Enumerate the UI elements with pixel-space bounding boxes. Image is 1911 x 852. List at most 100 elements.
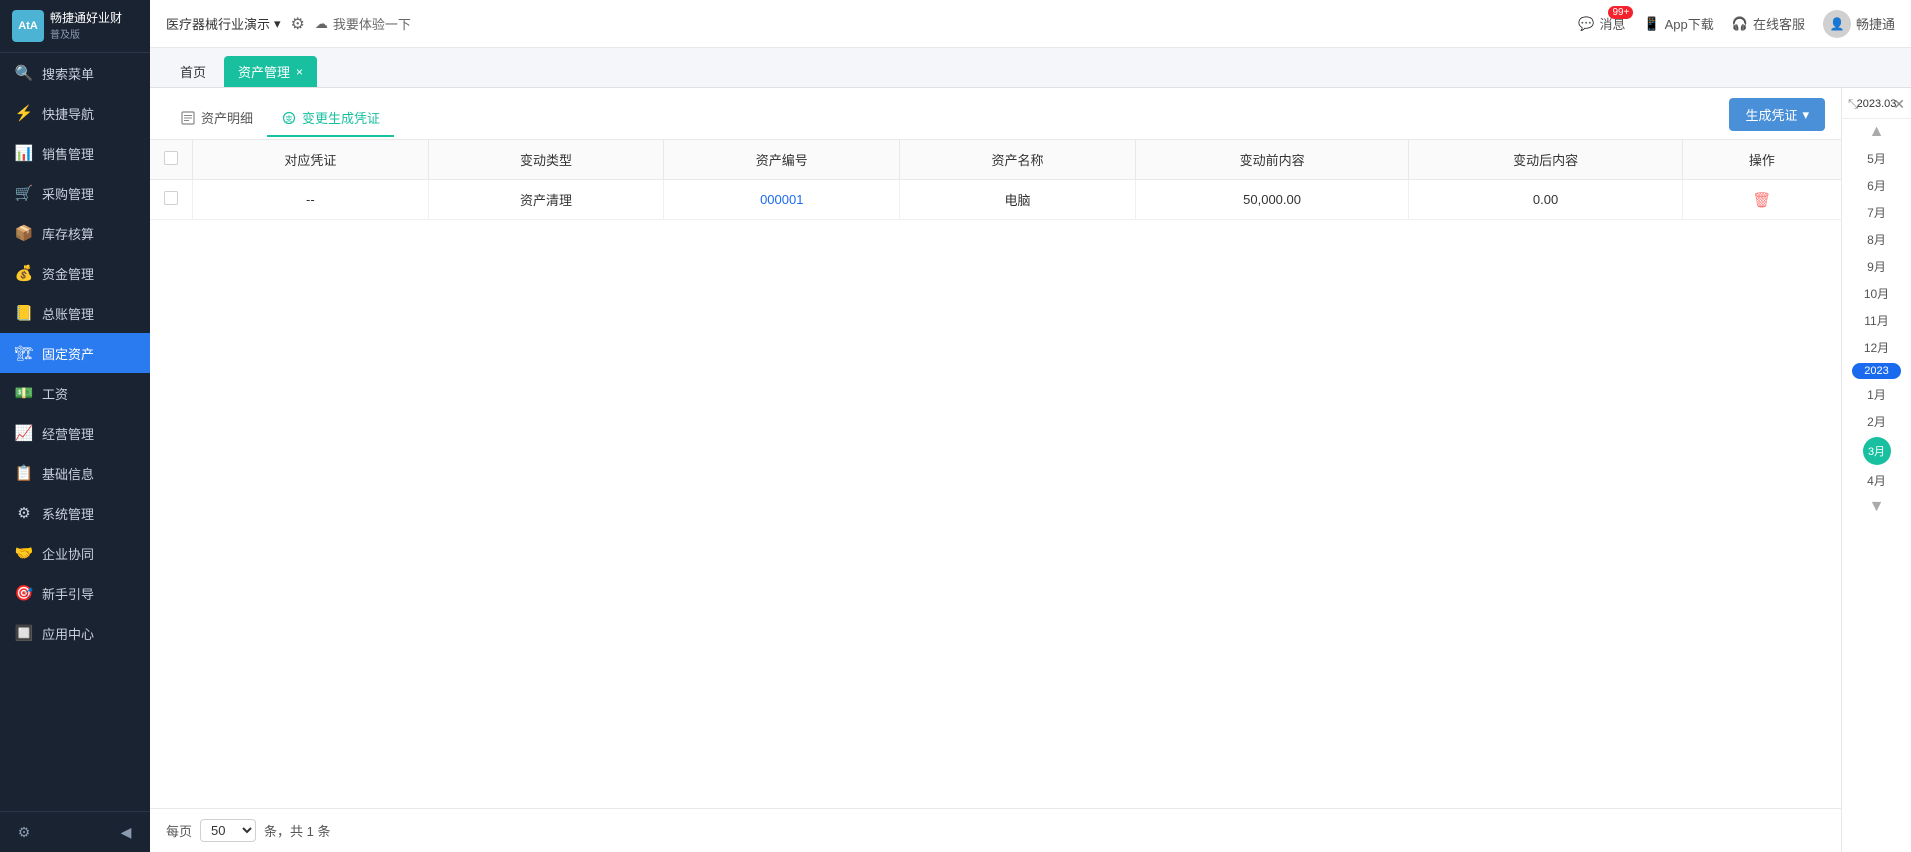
collab-icon: 🤝 — [14, 543, 34, 563]
customer-service-icon: 🎧 — [1732, 16, 1748, 32]
timeline-month-item[interactable]: 7月 — [1842, 199, 1911, 226]
sidebar-item-payroll[interactable]: 💵 工资 — [0, 373, 150, 413]
settings-bottom-icon[interactable]: ⚙ — [14, 822, 34, 842]
sidebar-item-purchase[interactable]: 🛒 采购管理 — [0, 173, 150, 213]
sidebar-item-appcenter[interactable]: 🔲 应用中心 — [0, 613, 150, 653]
timeline-month-item[interactable]: 6月 — [1842, 172, 1911, 199]
cloud-icon: ☁ — [315, 16, 328, 32]
sales-icon: 📊 — [14, 143, 34, 163]
row-checkbox[interactable] — [164, 191, 178, 205]
sidebar-item-search[interactable]: 🔍 搜索菜单 — [0, 53, 150, 93]
sub-tabs-bar: 资产明细 变 变更生成凭证 生成凭证 ▾ — [150, 88, 1841, 140]
sidebar-nav: 🔍 搜索菜单 ⚡ 快捷导航 📊 销售管理 🛒 采购管理 📦 库存核算 💰 资金管… — [0, 53, 150, 811]
topbar: 医疗器械行业演示 ▾ ⚙ ☁ 我要体验一下 💬 消息 99+ 📱 App下载 🎧… — [150, 0, 1911, 48]
row-action[interactable]: 🗑 — [1682, 180, 1841, 220]
appcenter-icon: 🔲 — [14, 623, 34, 643]
timeline-month-item[interactable]: 2月 — [1842, 408, 1911, 435]
message-icon: 💬 — [1578, 16, 1594, 32]
ledger-icon: 📒 — [14, 303, 34, 323]
expand-timeline-icon[interactable]: ⤡ — [1848, 96, 1858, 112]
row-asset-name: 电脑 — [900, 180, 1136, 220]
timeline-month-item[interactable]: 1月 — [1842, 381, 1911, 408]
pagination-separator: 条，共 1 条 — [264, 821, 331, 840]
sidebar-item-bizmanage[interactable]: 📈 经营管理 — [0, 413, 150, 453]
table-row: -- 资产清理 000001 电脑 50,000.00 0.00 🗑 — [150, 180, 1841, 220]
generate-dropdown-icon: ▾ — [1802, 107, 1809, 123]
delete-row-icon[interactable]: 🗑 — [1752, 192, 1771, 209]
timeline-month-item[interactable]: 3月 — [1863, 437, 1891, 465]
timeline-section: 5月6月7月8月9月10月11月12月 — [1842, 145, 1911, 361]
timeline-month-item[interactable]: 12月 — [1842, 334, 1911, 361]
timeline-month-item[interactable]: 11月 — [1842, 307, 1911, 334]
sub-tab-asset-detail[interactable]: 资产明细 — [166, 100, 267, 137]
sidebar-item-ledger[interactable]: 📒 总账管理 — [0, 293, 150, 333]
timeline-month-item[interactable]: 4月 — [1842, 467, 1911, 494]
col-change-type: 变动类型 — [428, 140, 664, 180]
timeline-scroll-down[interactable]: ▼ — [1842, 494, 1911, 520]
content-main: 资产明细 变 变更生成凭证 生成凭证 ▾ — [150, 88, 1841, 852]
sysmanage-icon: ⚙ — [14, 503, 34, 523]
content-area: 资产明细 变 变更生成凭证 生成凭证 ▾ — [150, 88, 1911, 852]
payroll-icon: 💵 — [14, 383, 34, 403]
timeline-content: 5月6月7月8月9月10月11月12月20231月2月3月4月 — [1842, 145, 1911, 494]
sidebar-item-inventory[interactable]: 📦 库存核算 — [0, 213, 150, 253]
logo-subtitle: 普及版 — [50, 26, 122, 41]
generate-voucher-button[interactable]: 生成凭证 ▾ — [1729, 98, 1825, 131]
experience-button[interactable]: ☁ 我要体验一下 — [315, 14, 411, 33]
inventory-icon: 📦 — [14, 223, 34, 243]
sidebar-item-fixedasset[interactable]: 🏗 固定资产 — [0, 333, 150, 373]
message-badge: 99+ — [1608, 6, 1633, 19]
app-download-icon: 📱 — [1643, 16, 1659, 32]
newguide-icon: 🎯 — [14, 583, 34, 603]
svg-text:变: 变 — [286, 114, 293, 123]
row-after: 0.00 — [1409, 180, 1683, 220]
logo-title: 畅捷通好业财 — [50, 11, 122, 27]
company-name: 医疗器械行业演示 — [166, 14, 270, 33]
sub-tabs-left: 资产明细 变 变更生成凭证 — [166, 100, 394, 137]
per-page-text: 每页 — [166, 821, 192, 840]
tab-asset-label: 资产管理 — [238, 62, 290, 81]
timeline-month-item[interactable]: 5月 — [1842, 145, 1911, 172]
timeline-month-item[interactable]: 8月 — [1842, 226, 1911, 253]
close-timeline-icon[interactable]: ✕ — [1893, 96, 1905, 113]
timeline-section: 20231月2月3月4月 — [1842, 361, 1911, 494]
sidebar-item-collab[interactable]: 🤝 企业协同 — [0, 533, 150, 573]
sidebar-item-newguide[interactable]: 🎯 新手引导 — [0, 573, 150, 613]
asset-detail-icon — [180, 110, 196, 126]
row-checkbox-cell[interactable] — [150, 180, 193, 220]
row-asset-no: 000001 — [664, 180, 900, 220]
timeline-month-item[interactable]: 9月 — [1842, 253, 1911, 280]
tab-asset-management[interactable]: 资产管理 × — [224, 56, 317, 87]
tab-close-icon[interactable]: × — [296, 65, 303, 79]
col-voucher: 对应凭证 — [193, 140, 429, 180]
sidebar-item-sales[interactable]: 📊 销售管理 — [0, 133, 150, 173]
settings-icon[interactable]: ⚙ — [291, 14, 305, 34]
row-change-type: 资产清理 — [428, 180, 664, 220]
per-page-select[interactable]: 50 100 — [200, 819, 256, 842]
message-button[interactable]: 💬 消息 99+ — [1578, 14, 1625, 33]
tab-home[interactable]: 首页 — [166, 56, 220, 87]
row-before: 50,000.00 — [1135, 180, 1409, 220]
row-voucher: -- — [193, 180, 429, 220]
sidebar-item-sysmanage[interactable]: ⚙ 系统管理 — [0, 493, 150, 533]
sub-tab-change-voucher-label: 变更生成凭证 — [302, 108, 380, 127]
generate-voucher-label: 生成凭证 — [1745, 105, 1797, 124]
app-download-button[interactable]: 📱 App下载 — [1643, 14, 1713, 33]
user-profile-button[interactable]: 👤 畅捷通 — [1823, 10, 1895, 38]
funds-icon: 💰 — [14, 263, 34, 283]
bizmanage-icon: 📈 — [14, 423, 34, 443]
timeline-month-item[interactable]: 10月 — [1842, 280, 1911, 307]
collapse-sidebar-button[interactable]: ◀ — [116, 822, 136, 842]
sidebar-item-basicinfo[interactable]: 📋 基础信息 — [0, 453, 150, 493]
sub-tab-change-voucher[interactable]: 变 变更生成凭证 — [267, 100, 394, 137]
customer-service-button[interactable]: 🎧 在线客服 — [1732, 14, 1805, 33]
table-header-checkbox[interactable] — [150, 140, 193, 180]
avatar: 👤 — [1823, 10, 1851, 38]
tabbar: 首页 资产管理 × — [150, 48, 1911, 88]
header-checkbox[interactable] — [164, 151, 178, 165]
company-selector[interactable]: 医疗器械行业演示 ▾ — [166, 14, 281, 33]
topbar-left: 医疗器械行业演示 ▾ ⚙ ☁ 我要体验一下 — [166, 14, 411, 34]
sidebar-item-quicknav[interactable]: ⚡ 快捷导航 — [0, 93, 150, 133]
sidebar-item-funds[interactable]: 💰 资金管理 — [0, 253, 150, 293]
timeline-scroll-up[interactable]: ▲ — [1842, 119, 1911, 145]
